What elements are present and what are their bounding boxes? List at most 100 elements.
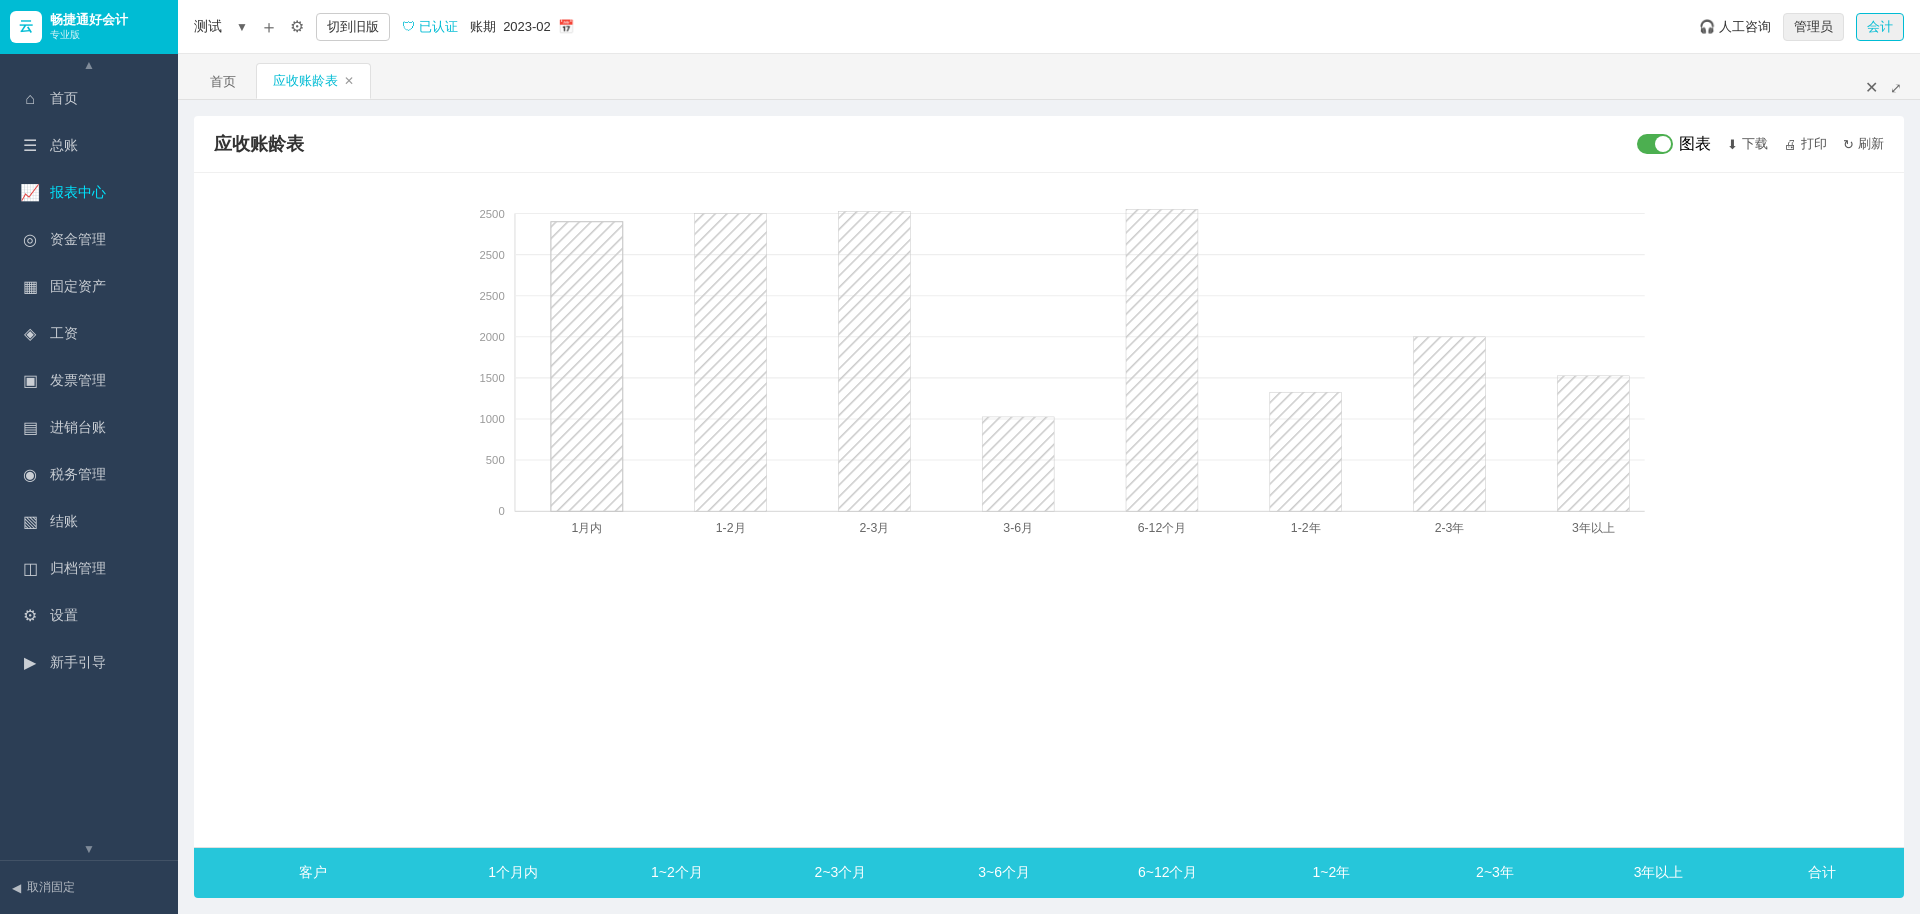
- sidebar-item-reports[interactable]: 📈 报表中心: [0, 169, 178, 216]
- archive-icon: ◫: [20, 559, 40, 578]
- svg-rect-18: [551, 222, 623, 512]
- refresh-icon: ↻: [1843, 137, 1854, 152]
- tab-bar-expand-button[interactable]: ⤢: [1888, 78, 1904, 98]
- invoices-icon: ▣: [20, 371, 40, 390]
- table-area: 客户 1个月内 1~2个月 2~3个月 3~6个月 6~12个月 1~2年 2~…: [194, 847, 1904, 898]
- close-accounts-icon: ▧: [20, 512, 40, 531]
- topbar-title: 测试: [194, 18, 222, 36]
- svg-text:2-3月: 2-3月: [860, 521, 890, 535]
- scroll-down-arrow[interactable]: ▼: [0, 838, 178, 860]
- sidebar-item-funds[interactable]: ◎ 资金管理: [0, 216, 178, 263]
- topbar-settings-button[interactable]: ⚙: [290, 17, 304, 36]
- content-actions: 图表 ⬇ 下载 🖨 打印 ↻ 刷新: [1637, 134, 1884, 155]
- svg-rect-23: [1270, 392, 1342, 511]
- print-icon: 🖨: [1784, 137, 1797, 152]
- sidebar-item-wages[interactable]: ◈ 工资: [0, 310, 178, 357]
- tab-bar-actions: ✕ ⤢: [1863, 76, 1904, 99]
- sidebar-item-invoices[interactable]: ▣ 发票管理: [0, 357, 178, 404]
- sidebar-bottom: ◀ 取消固定: [0, 860, 178, 914]
- wages-icon: ◈: [20, 324, 40, 343]
- logo-text: 畅捷通好会计 专业版: [50, 12, 128, 43]
- th-6-12month: 6~12个月: [1086, 848, 1250, 898]
- reports-icon: 📈: [20, 183, 40, 202]
- sidebar-item-label: 发票管理: [50, 372, 106, 390]
- svg-text:2-3年: 2-3年: [1435, 521, 1465, 535]
- main-area: 测试 ▼ ＋ ⚙ 切到旧版 🛡 已认证 账期 2023-02 📅 🎧 人工咨询 …: [178, 0, 1920, 914]
- th-3plus-year: 3年以上: [1577, 848, 1741, 898]
- th-2-3month: 2~3个月: [759, 848, 923, 898]
- sidebar-item-guide[interactable]: ▶ 新手引导: [0, 639, 178, 686]
- th-1month: 1个月内: [431, 848, 595, 898]
- refresh-button[interactable]: ↻ 刷新: [1843, 135, 1884, 153]
- content: 应收账龄表 图表 ⬇ 下载 🖨 打印: [178, 100, 1920, 914]
- period-text: 账期: [470, 19, 496, 34]
- headset-icon: 🎧: [1699, 19, 1715, 34]
- svg-text:3-6月: 3-6月: [1003, 521, 1033, 535]
- tab-bar-close-button[interactable]: ✕: [1863, 76, 1880, 99]
- topbar-add-button[interactable]: ＋: [260, 18, 278, 36]
- th-1-2year: 1~2年: [1250, 848, 1414, 898]
- chart-container: 2500 2500 2500 2000 1500 1000 500 0: [214, 193, 1884, 573]
- th-total: 合计: [1740, 848, 1904, 898]
- tab-close-icon[interactable]: ✕: [344, 74, 354, 88]
- funds-icon: ◎: [20, 230, 40, 249]
- download-icon: ⬇: [1727, 137, 1738, 152]
- sidebar-item-tax[interactable]: ◉ 税务管理: [0, 451, 178, 498]
- chart-toggle[interactable]: 图表: [1637, 134, 1711, 155]
- svg-rect-21: [982, 417, 1054, 511]
- sidebar-item-settings[interactable]: ⚙ 设置: [0, 592, 178, 639]
- support-label: 人工咨询: [1719, 18, 1771, 36]
- sidebar-item-label: 资金管理: [50, 231, 106, 249]
- topbar-dropdown-arrow[interactable]: ▼: [236, 20, 248, 34]
- table-header: 客户 1个月内 1~2个月 2~3个月 3~6个月 6~12个月 1~2年 2~…: [194, 848, 1904, 898]
- sidebar: 云 畅捷通好会计 专业版 ▲ ⌂ 首页 ☰ 总账 📈 报表中心 ◎ 资金管理 ▦…: [0, 0, 178, 914]
- download-label: 下载: [1742, 135, 1768, 153]
- tab-home[interactable]: 首页: [194, 65, 252, 99]
- refresh-label: 刷新: [1858, 135, 1884, 153]
- verified-label: 已认证: [419, 18, 458, 36]
- calendar-icon[interactable]: 📅: [558, 19, 574, 34]
- guide-icon: ▶: [20, 653, 40, 672]
- sidebar-item-assets[interactable]: ▦ 固定资产: [0, 263, 178, 310]
- page-title: 应收账龄表: [214, 132, 304, 156]
- admin-button[interactable]: 管理员: [1783, 13, 1844, 41]
- sidebar-item-label: 报表中心: [50, 184, 106, 202]
- svg-text:1000: 1000: [480, 413, 505, 425]
- toggle-label: 图表: [1679, 134, 1711, 155]
- th-2-3year: 2~3年: [1413, 848, 1577, 898]
- sidebar-item-archive[interactable]: ◫ 归档管理: [0, 545, 178, 592]
- print-button[interactable]: 🖨 打印: [1784, 135, 1827, 153]
- sidebar-item-label: 设置: [50, 607, 78, 625]
- sidebar-item-sales[interactable]: ▤ 进销台账: [0, 404, 178, 451]
- tab-aging-report[interactable]: 应收账龄表 ✕: [256, 63, 371, 99]
- sales-icon: ▤: [20, 418, 40, 437]
- svg-text:2500: 2500: [480, 290, 505, 302]
- svg-text:6-12个月: 6-12个月: [1138, 521, 1187, 535]
- content-header: 应收账龄表 图表 ⬇ 下载 🖨 打印: [194, 116, 1904, 173]
- svg-text:2000: 2000: [480, 331, 505, 343]
- toggle-track[interactable]: [1637, 134, 1673, 154]
- sidebar-item-ledger[interactable]: ☰ 总账: [0, 122, 178, 169]
- sidebar-item-home[interactable]: ⌂ 首页: [0, 76, 178, 122]
- svg-rect-25: [1557, 376, 1629, 512]
- th-3-6month: 3~6个月: [922, 848, 1086, 898]
- bar-chart-svg: 2500 2500 2500 2000 1500 1000 500 0: [214, 193, 1884, 573]
- assets-icon: ▦: [20, 277, 40, 296]
- cancel-fixed-button[interactable]: ◀ 取消固定: [0, 871, 178, 904]
- support-button[interactable]: 🎧 人工咨询: [1699, 18, 1771, 36]
- home-icon: ⌂: [20, 90, 40, 108]
- logo-name: 畅捷通好会计: [50, 12, 128, 29]
- sidebar-item-label: 工资: [50, 325, 78, 343]
- sidebar-item-label: 结账: [50, 513, 78, 531]
- sidebar-item-close[interactable]: ▧ 结账: [0, 498, 178, 545]
- accountant-button[interactable]: 会计: [1856, 13, 1904, 41]
- scroll-up-arrow[interactable]: ▲: [0, 54, 178, 76]
- svg-rect-22: [1126, 209, 1198, 511]
- download-button[interactable]: ⬇ 下载: [1727, 135, 1768, 153]
- logo-version: 专业版: [50, 28, 128, 42]
- chart-area: 2500 2500 2500 2000 1500 1000 500 0: [194, 173, 1904, 847]
- cancel-fixed-label: 取消固定: [27, 879, 75, 896]
- switch-version-button[interactable]: 切到旧版: [316, 13, 390, 41]
- sidebar-item-label: 总账: [50, 137, 78, 155]
- svg-text:500: 500: [486, 454, 505, 466]
